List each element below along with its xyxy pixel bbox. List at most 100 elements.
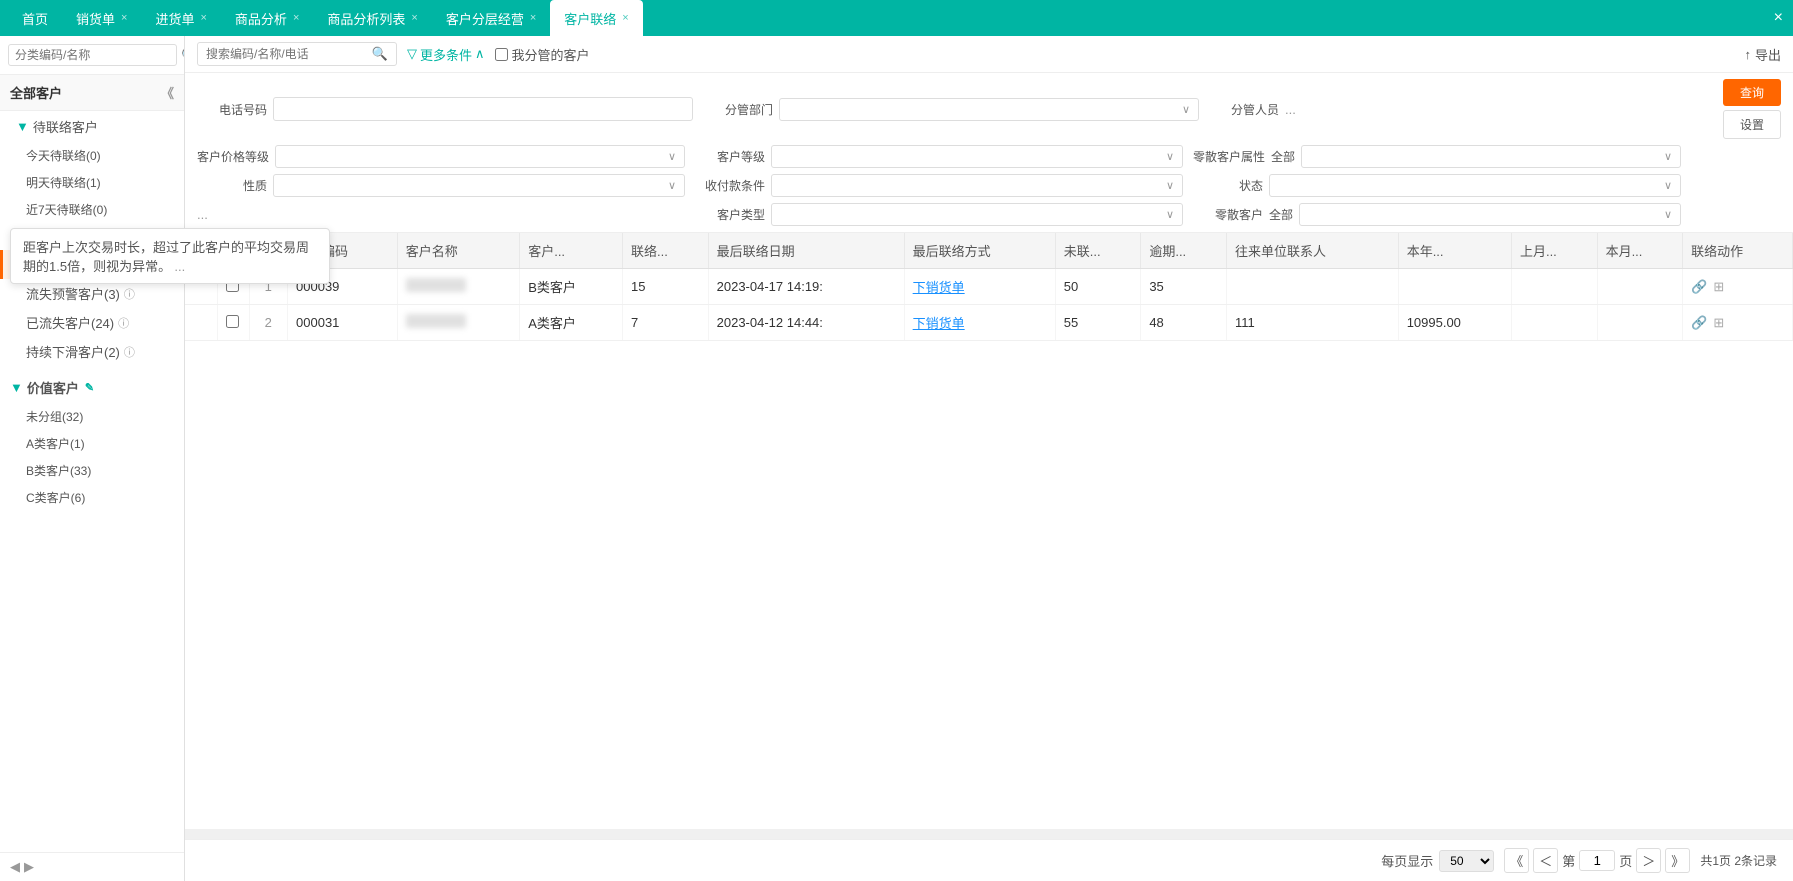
td-overdue-2: 48 [1141, 305, 1227, 341]
sidebar-group-pending[interactable]: ▼ 待联络客户 [0, 111, 184, 142]
info-icon-lost[interactable]: ⓘ [118, 315, 129, 331]
settings-button[interactable]: 设置 [1723, 110, 1781, 139]
td-company-contact-1 [1226, 269, 1398, 305]
top-close-btn[interactable]: × [1774, 9, 1783, 27]
link-icon-1[interactable]: 🔗 [1691, 279, 1707, 295]
th-overdue[interactable]: 逾期... [1141, 233, 1227, 269]
action-icons-1: 🔗 ⊞ [1691, 279, 1784, 295]
method-link-1[interactable]: 下销货单 [913, 280, 965, 295]
person-dots[interactable]: ... [1285, 102, 1296, 117]
nav-customer-tier[interactable]: 客户分层经营 × [432, 0, 550, 36]
left-arrow-icon: ◀ [10, 859, 20, 875]
more-filter-btn[interactable]: ▽ 更多条件 ∧ [407, 45, 485, 64]
customer-type-label: 客户类型 [695, 206, 765, 223]
info-icon-loss[interactable]: ⓘ [124, 286, 135, 302]
info-icon-declining[interactable]: ⓘ [124, 344, 135, 360]
td-this-year-1 [1398, 269, 1511, 305]
sidebar-item-class-c[interactable]: C类客户(6) [0, 484, 184, 511]
close-customer-contact-tab[interactable]: × [622, 12, 628, 24]
grid-icon-2[interactable]: ⊞ [1713, 315, 1724, 331]
filter-cell-status: 状态 ∨ [1193, 174, 1681, 197]
sidebar-all-customers-header[interactable]: 全部客户 《 [0, 75, 184, 111]
customer-table: ⚙ 客户编码 客户名称 客户... 联络... 最后联络日期 最后联络方式 未联… [185, 233, 1793, 341]
nature-select[interactable]: ∨ [273, 174, 685, 197]
dept-select[interactable]: ∨ [779, 98, 1199, 121]
prev-page-btn[interactable]: ＜ [1533, 848, 1558, 873]
hscroll-bar[interactable] [185, 829, 1793, 839]
customer-type-select[interactable]: ∨ [771, 203, 1183, 226]
sidebar-group-value[interactable]: ▼ 价值客户 ✎ [0, 372, 184, 403]
tooltip-box: 距客户上次交易时长，超过了此客户的平均交易周期的1.5倍，则视为异常。 ... [10, 228, 185, 284]
sidebar-item-class-a[interactable]: A类客户(1) [0, 430, 184, 457]
sidebar-item-tomorrow[interactable]: 明天待联络(1) [0, 169, 184, 196]
sidebar-item-unclassified[interactable]: 未分组(32) [0, 403, 184, 430]
td-this-year-2: 10995.00 [1398, 305, 1511, 341]
action-btns: 查询 设置 [1723, 79, 1781, 139]
th-this-month[interactable]: 本月... [1597, 233, 1683, 269]
scatter-customer-select[interactable]: ∨ [1299, 203, 1681, 226]
sidebar-item-7days[interactable]: 近7天待联络(0) [0, 196, 184, 223]
close-product-analysis-list-tab[interactable]: × [411, 12, 417, 24]
per-page-select[interactable]: 20 50 100 [1439, 850, 1494, 872]
sidebar-bottom-arrow[interactable]: ◀ ▶ [0, 852, 184, 881]
page-input[interactable] [1579, 850, 1615, 871]
close-product-analysis-tab[interactable]: × [293, 12, 299, 24]
nav-purchase[interactable]: 进货单 × [141, 0, 220, 36]
td-check-2[interactable] [217, 305, 249, 341]
nav-product-analysis-list[interactable]: 商品分析列表 × [313, 0, 431, 36]
status-select[interactable]: ∨ [1269, 174, 1681, 197]
th-name[interactable]: 客户名称 [397, 233, 519, 269]
th-contact[interactable]: 联络... [623, 233, 709, 269]
first-page-btn[interactable]: 《 [1504, 848, 1529, 873]
th-last-contact-method[interactable]: 最后联络方式 [904, 233, 1055, 269]
scatter-attr-label: 零散客户属性 [1193, 148, 1265, 165]
th-type[interactable]: 客户... [520, 233, 623, 269]
edit-value-icon[interactable]: ✎ [85, 381, 94, 394]
sidebar-search-input[interactable] [8, 44, 177, 66]
th-last-month[interactable]: 上月... [1511, 233, 1597, 269]
sidebar-item-declining[interactable]: 持续下滑客户(2) ⓘ [0, 337, 184, 366]
customer-grade-select[interactable]: ∨ [771, 145, 1183, 168]
loss-warning-label: 流失预警客户(3) [26, 284, 120, 303]
sidebar-collapse-icon[interactable]: 《 [161, 83, 174, 102]
my-customer-wrap: 我分管的客户 [495, 45, 590, 64]
row4-dots[interactable]: ... [197, 207, 208, 222]
close-sales-tab[interactable]: × [121, 12, 127, 24]
sidebar-item-class-b[interactable]: B类客户(33) [0, 457, 184, 484]
sidebar-item-today[interactable]: 今天待联络(0) [0, 142, 184, 169]
query-button[interactable]: 查询 [1723, 79, 1781, 106]
search-icon[interactable]: 🔍 [372, 46, 388, 62]
nav-customer-contact[interactable]: 客户联络 × [550, 0, 642, 36]
method-link-2[interactable]: 下销货单 [913, 316, 965, 331]
filter-cell-payment: 收付款条件 ∨ [695, 174, 1183, 197]
phone-input[interactable] [273, 97, 693, 121]
th-company-contact[interactable]: 往来单位联系人 [1226, 233, 1398, 269]
grid-icon-1[interactable]: ⊞ [1713, 279, 1724, 295]
filter-cell-dept: 分管部门 ∨ [703, 98, 1199, 121]
table-wrap: ⚙ 客户编码 客户名称 客户... 联络... 最后联络日期 最后联络方式 未联… [185, 233, 1793, 829]
export-label: 导出 [1755, 45, 1781, 64]
scatter-attr-prefix: 全部 [1271, 148, 1295, 165]
scatter-attr-select[interactable]: ∨ [1301, 145, 1681, 168]
nav-home[interactable]: 首页 [8, 0, 62, 36]
last-page-btn[interactable]: 》 [1665, 848, 1690, 873]
nav-product-analysis[interactable]: 商品分析 × [221, 0, 313, 36]
price-grade-select[interactable]: ∨ [275, 145, 685, 168]
close-customer-tier-tab[interactable]: × [530, 12, 536, 24]
pagination-wrap: 《 ＜ 第 页 ＞ 》 [1504, 848, 1690, 873]
row2-checkbox[interactable] [226, 315, 239, 328]
link-icon-2[interactable]: 🔗 [1691, 315, 1707, 331]
th-action[interactable]: 联络动作 [1683, 233, 1793, 269]
more-filter-label: 更多条件 [420, 45, 472, 64]
nav-sales[interactable]: 销货单 × [62, 0, 141, 36]
my-customer-checkbox[interactable] [495, 48, 508, 61]
sidebar-item-lost[interactable]: 已流失客户(24) ⓘ [0, 308, 184, 337]
th-this-year[interactable]: 本年... [1398, 233, 1511, 269]
search-input[interactable] [206, 47, 372, 61]
export-btn[interactable]: ↑ 导出 [1744, 45, 1781, 64]
next-page-btn[interactable]: ＞ [1636, 848, 1661, 873]
payment-select[interactable]: ∨ [771, 174, 1183, 197]
th-last-contact-date[interactable]: 最后联络日期 [708, 233, 904, 269]
th-uncontacted[interactable]: 未联... [1055, 233, 1141, 269]
close-purchase-tab[interactable]: × [200, 12, 206, 24]
